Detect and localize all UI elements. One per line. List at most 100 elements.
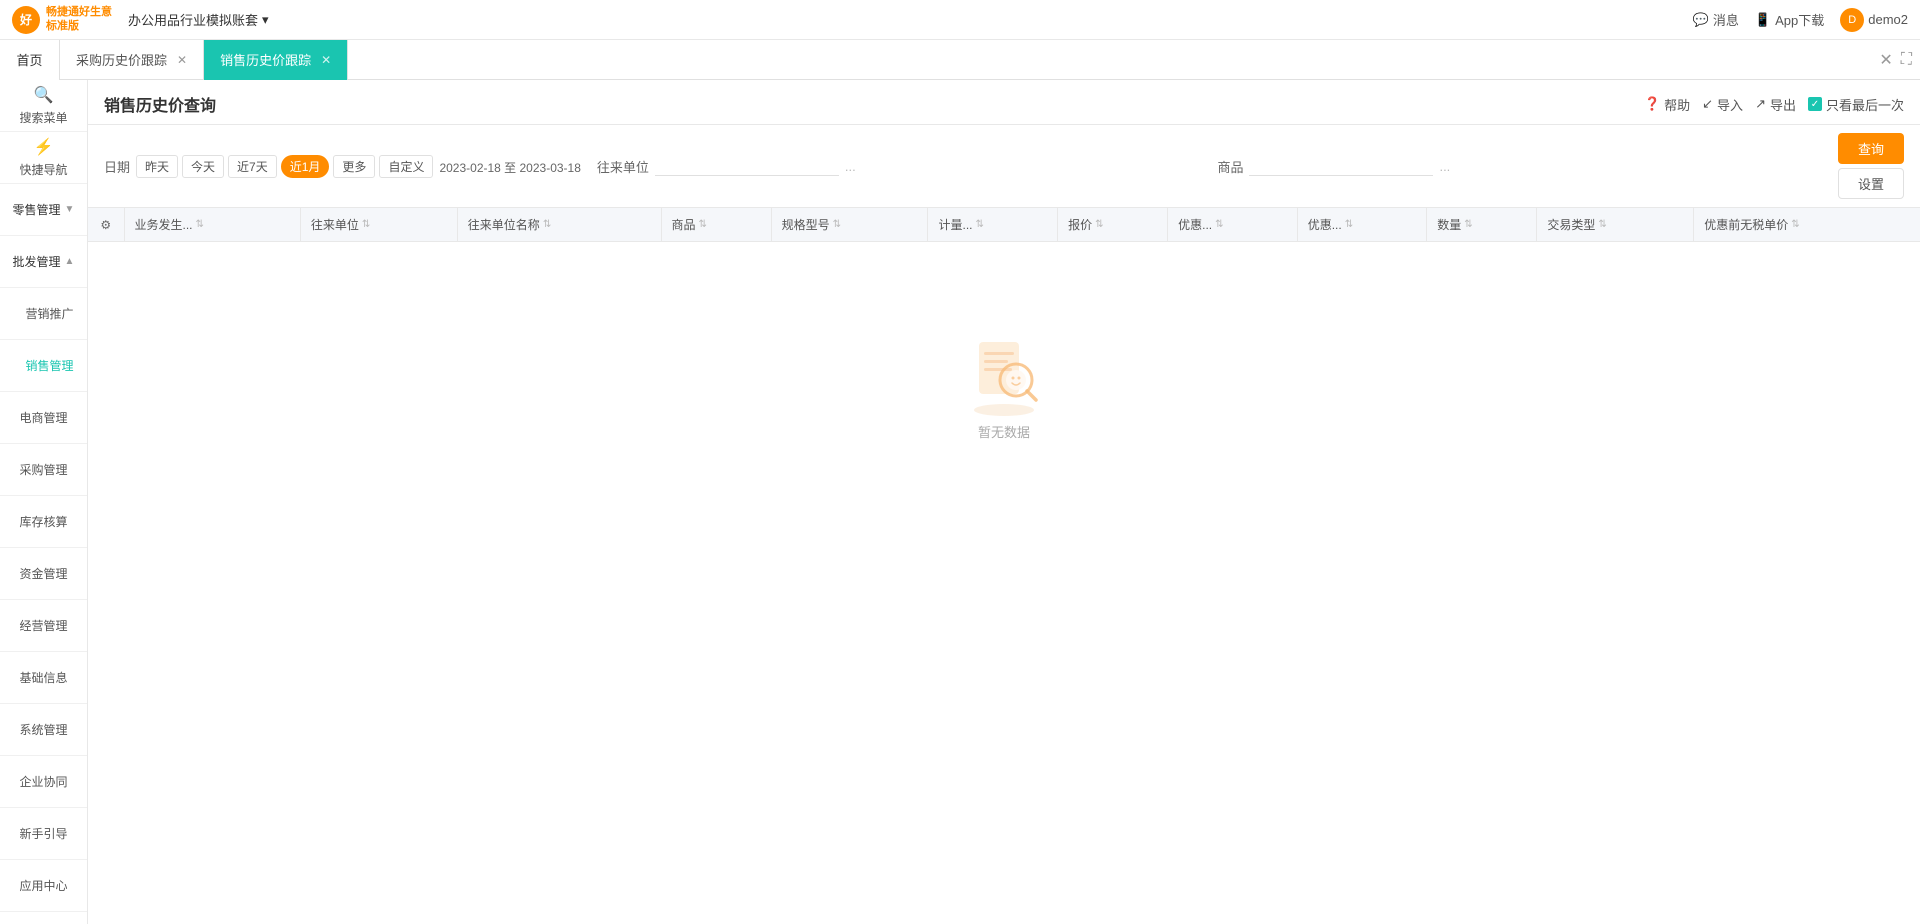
- th-discount2[interactable]: 优惠... ⇅: [1297, 208, 1427, 242]
- tab-home[interactable]: 首页: [0, 40, 60, 80]
- source-unit-label: 往来单位: [597, 157, 649, 176]
- source-unit-filter: 往来单位 ...: [597, 156, 1202, 176]
- table-settings-icon[interactable]: ⚙: [100, 218, 111, 232]
- export-btn[interactable]: ↗ 导出: [1755, 95, 1796, 114]
- sidebar-item-operations-mgmt[interactable]: 经营管理: [0, 600, 87, 652]
- sidebar-item-basic-info[interactable]: 基础信息: [0, 652, 87, 704]
- sidebar-item-ecommerce-mgmt[interactable]: 电商管理: [0, 392, 87, 444]
- date-btn-last1month[interactable]: 近1月: [281, 155, 330, 178]
- page-header-actions: ❓ 帮助 ↙ 导入 ↗ 导出 ✓ 只看最后一次: [1644, 95, 1904, 114]
- sidebar-item-basic-info-label: 基础信息: [19, 669, 67, 686]
- sidebar-item-enterprise-collab[interactable]: 企业协同: [0, 756, 87, 808]
- th-quantity[interactable]: 数量 ⇅: [1427, 208, 1537, 242]
- sidebar-item-ecommerce-label: 电商管理: [19, 409, 67, 426]
- export-icon: ↗: [1755, 96, 1766, 112]
- sidebar-item-purchase-mgmt[interactable]: 采购管理: [0, 444, 87, 496]
- sort-icon-pre-tax-price: ⇅: [1791, 219, 1799, 230]
- th-unit[interactable]: 计量... ⇅: [928, 208, 1058, 242]
- sort-icon-discount1: ⇅: [1215, 219, 1223, 230]
- sort-icon-price: ⇅: [1095, 219, 1103, 230]
- tab-purchase-history-close[interactable]: ✕: [177, 53, 187, 67]
- import-btn[interactable]: ↙ 导入: [1702, 95, 1743, 114]
- th-spec[interactable]: 规格型号 ⇅: [771, 208, 928, 242]
- date-btn-last7days[interactable]: 近7天: [228, 155, 277, 178]
- help-btn[interactable]: ❓ 帮助: [1644, 95, 1690, 114]
- main-layout: 🔍 搜索菜单 ⚡ 快捷导航 零售管理 ▼ 批发管理 ▲ 营销推广 销售管理 电商…: [0, 80, 1920, 924]
- sidebar-item-fund-mgmt[interactable]: 资金管理: [0, 548, 87, 600]
- tab-sales-history-close[interactable]: ✕: [321, 53, 331, 67]
- th-pre-tax-price[interactable]: 优惠前无税单价 ⇅: [1694, 208, 1920, 242]
- date-btn-custom[interactable]: 自定义: [379, 155, 433, 178]
- tab-purchase-history[interactable]: 采购历史价跟踪 ✕: [60, 40, 204, 80]
- sidebar-item-inventory-check[interactable]: 库存核算: [0, 496, 87, 548]
- date-btn-more[interactable]: 更多: [333, 155, 375, 178]
- settings-btn[interactable]: 设置: [1838, 168, 1904, 199]
- sidebar-item-enterprise-wechat[interactable]: 企业微信: [0, 912, 87, 924]
- message-label: 消息: [1713, 10, 1739, 29]
- chevron-down-icon: ▾: [262, 12, 269, 28]
- only-last-checkbox-wrap[interactable]: ✓ 只看最后一次: [1808, 95, 1904, 114]
- sidebar-item-system-mgmt[interactable]: 系统管理: [0, 704, 87, 756]
- th-unit-code[interactable]: 往来单位 ⇅: [300, 208, 457, 242]
- logo-icon: 好: [12, 6, 40, 34]
- table-container: ⚙ 业务发生... ⇅ 往来单位 ⇅: [88, 208, 1920, 924]
- sidebar-item-marketing[interactable]: 营销推广: [0, 288, 87, 340]
- empty-state-text: 暂无数据: [978, 422, 1030, 441]
- app-selector[interactable]: 办公用品行业模拟账套 ▾: [120, 10, 277, 29]
- retail-mgmt-header: 零售管理 ▼: [13, 201, 75, 218]
- date-btn-yesterday[interactable]: 昨天: [136, 155, 178, 178]
- th-biz-date[interactable]: 业务发生... ⇅: [124, 208, 300, 242]
- tab-sales-history[interactable]: 销售历史价跟踪 ✕: [204, 40, 348, 80]
- topbar: 好 畅捷通好生意 标准版 办公用品行业模拟账套 ▾ 💬 消息 📱 App下载 D…: [0, 0, 1920, 40]
- only-last-label: 只看最后一次: [1826, 95, 1904, 114]
- page-title: 销售历史价查询: [104, 92, 216, 116]
- sidebar-item-sales-mgmt[interactable]: 销售管理: [0, 340, 87, 392]
- sidebar-item-sales-mgmt-label: 销售管理: [25, 357, 73, 374]
- help-icon: ❓: [1644, 96, 1660, 112]
- tabbar: 首页 采购历史价跟踪 ✕ 销售历史价跟踪 ✕ ✕ ⛶: [0, 40, 1920, 80]
- sidebar-item-quick-nav-label: 快捷导航: [19, 161, 67, 178]
- query-btn[interactable]: 查询: [1838, 133, 1904, 164]
- date-filter-label: 日期: [104, 157, 130, 176]
- date-btn-today[interactable]: 今天: [182, 155, 224, 178]
- table-header-row: ⚙ 业务发生... ⇅ 往来单位 ⇅: [88, 208, 1920, 242]
- sidebar-item-system-label: 系统管理: [19, 721, 67, 738]
- date-filter-group: 日期 昨天 今天 近7天 近1月 更多 自定义 2023-02-18 至 202…: [104, 155, 581, 178]
- message-btn[interactable]: 💬 消息: [1693, 10, 1739, 29]
- user-area[interactable]: D demo2: [1840, 8, 1908, 32]
- th-trade-type[interactable]: 交易类型 ⇅: [1537, 208, 1694, 242]
- app-selector-label: 办公用品行业模拟账套: [128, 10, 258, 29]
- sidebar-item-new-guide[interactable]: 新手引导: [0, 808, 87, 860]
- product-dots[interactable]: ...: [1439, 159, 1450, 174]
- source-unit-dots[interactable]: ...: [845, 159, 856, 174]
- product-label: 商品: [1217, 157, 1243, 176]
- sidebar-item-wholesale-label: 批发管理: [13, 253, 61, 270]
- sidebar-item-quick-nav[interactable]: ⚡ 快捷导航: [0, 132, 87, 184]
- topbar-left: 好 畅捷通好生意 标准版 办公用品行业模拟账套 ▾: [12, 6, 277, 34]
- sidebar-item-wholesale-mgmt[interactable]: 批发管理 ▲: [0, 236, 87, 288]
- app-download-btn[interactable]: 📱 App下载: [1755, 10, 1824, 29]
- sidebar-item-marketing-label: 营销推广: [25, 305, 73, 322]
- sort-icon-quantity: ⇅: [1464, 219, 1472, 230]
- content-area: 销售历史价查询 ❓ 帮助 ↙ 导入 ↗ 导出 ✓ 只: [88, 80, 1920, 924]
- product-filter: 商品 ...: [1217, 156, 1822, 176]
- product-input[interactable]: [1249, 156, 1433, 176]
- close-all-tabs-btn[interactable]: ✕: [1879, 50, 1892, 70]
- th-discount1[interactable]: 优惠... ⇅: [1168, 208, 1298, 242]
- th-product[interactable]: 商品 ⇅: [661, 208, 771, 242]
- retail-mgmt-arrow: ▼: [65, 204, 75, 215]
- source-unit-input[interactable]: [655, 156, 839, 176]
- avatar: D: [1840, 8, 1864, 32]
- sort-icon-product: ⇅: [699, 219, 707, 230]
- sidebar-item-app-center-label: 应用中心: [19, 877, 67, 894]
- sidebar-item-app-center[interactable]: 应用中心: [0, 860, 87, 912]
- th-unit-name[interactable]: 往来单位名称 ⇅: [457, 208, 661, 242]
- logo-area: 好 畅捷通好生意 标准版: [12, 6, 112, 34]
- checkbox-check-icon: ✓: [1811, 99, 1819, 110]
- sidebar-item-search-menu[interactable]: 🔍 搜索菜单: [0, 80, 87, 132]
- sidebar-item-retail-mgmt[interactable]: 零售管理 ▼: [0, 184, 87, 236]
- app-download-label: App下载: [1775, 10, 1824, 29]
- maximize-btn[interactable]: ⛶: [1901, 51, 1912, 69]
- th-price[interactable]: 报价 ⇅: [1058, 208, 1168, 242]
- only-last-checkbox[interactable]: ✓: [1808, 97, 1822, 111]
